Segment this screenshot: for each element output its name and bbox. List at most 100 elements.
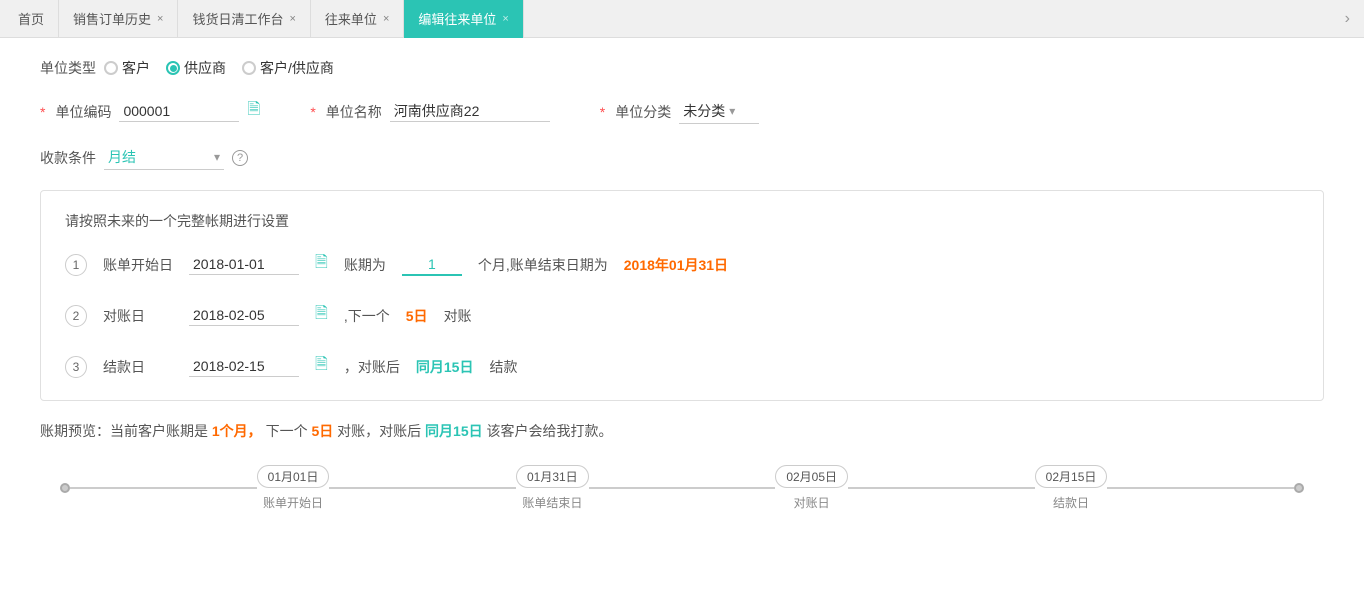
timeline-point-2: 01月31日 账单结束日 <box>516 465 589 511</box>
step1-period-input[interactable] <box>402 254 462 276</box>
step2-date-input[interactable] <box>189 305 299 326</box>
step2-row: 2 对账日 🗎 ,下一个 5日 对账 <box>65 302 1299 329</box>
unit-category-arrow: ▾ <box>729 104 735 118</box>
step1-label: 账单开始日 <box>103 255 173 275</box>
timeline-line-1 <box>70 487 257 489</box>
step3-desc-after: 结款 <box>489 357 517 377</box>
timeline-label-2: 账单结束日 <box>522 494 582 511</box>
step1-date-input[interactable] <box>189 254 299 275</box>
main-content: 单位类型 客户 供应商 客户/供应商 * 单位编码 <box>0 38 1364 608</box>
timeline-badge-4: 02月15日 <box>1035 465 1108 488</box>
tab-more-arrow[interactable]: › <box>1335 10 1360 28</box>
timeline-label-1: 账单开始日 <box>263 494 323 511</box>
payment-value: 月结 <box>108 147 210 167</box>
radio-supplier[interactable]: 供应商 <box>166 58 226 78</box>
step1-num: 1 <box>65 254 87 276</box>
tab-counterparty-label: 往来单位 <box>325 9 377 28</box>
timeline-label-4: 结款日 <box>1053 494 1089 511</box>
preview-mid: 下一个 <box>266 423 308 439</box>
tab-edit-counterparty-close[interactable]: × <box>502 13 508 25</box>
step3-date-input[interactable] <box>189 356 299 377</box>
step1-period-label: 账期为 <box>344 255 386 275</box>
timeline-start-dot <box>60 483 70 493</box>
radio-customer-circle <box>104 61 118 75</box>
timeline-point-1: 01月01日 账单开始日 <box>257 465 330 511</box>
unit-name-label: 单位名称 <box>326 102 382 122</box>
preview-suffix: 该客户会给我打款。 <box>487 423 613 439</box>
unit-category-star: * <box>600 104 605 120</box>
timeline-badge-2: 01月31日 <box>516 465 589 488</box>
tab-cash-ledger[interactable]: 钱货日清工作台 × <box>178 0 310 38</box>
preview-payment: 同月15日 <box>425 423 483 439</box>
timeline-badge-3: 02月05日 <box>775 465 848 488</box>
unit-category-value: 未分类 <box>683 101 725 121</box>
step2-highlight: 5日 <box>406 306 428 326</box>
unit-code-input[interactable] <box>119 101 239 122</box>
unit-code-field: * 单位编码 🗎 <box>40 98 260 125</box>
unit-category-field: * 单位分类 未分类 ▾ <box>600 99 759 124</box>
unit-category-label: 单位分类 <box>615 102 671 122</box>
tab-sales-history-label: 销售订单历史 <box>73 9 151 28</box>
timeline-point-3: 02月05日 对账日 <box>775 465 848 511</box>
timeline-end-dot <box>1294 483 1304 493</box>
timeline-line-5 <box>1107 487 1294 489</box>
timeline-line-4 <box>848 487 1035 489</box>
tab-home-label: 首页 <box>18 9 44 28</box>
unit-name-star: * <box>310 104 315 120</box>
tab-bar: 首页 销售订单历史 × 钱货日清工作台 × 往来单位 × 编辑往来单位 × › <box>0 0 1364 38</box>
tab-edit-counterparty[interactable]: 编辑往来单位 × <box>404 0 523 38</box>
preview-reconcile: 5日 <box>311 423 333 439</box>
radio-both-label: 客户/供应商 <box>260 58 334 78</box>
step3-cal-icon[interactable]: 🗎 <box>315 353 328 380</box>
unit-type-row: 单位类型 客户 供应商 客户/供应商 <box>40 58 1324 78</box>
unit-code-label: 单位编码 <box>55 102 111 122</box>
step2-desc-after: 对账 <box>444 306 472 326</box>
payment-help-icon[interactable]: ? <box>232 150 248 166</box>
payment-select[interactable]: 月结 ▾ <box>104 145 224 170</box>
timeline-line-2 <box>329 487 516 489</box>
step3-row: 3 结款日 🗎 ，对账后 同月15日 结款 <box>65 353 1299 380</box>
step2-label: 对账日 <box>103 306 173 326</box>
tab-home[interactable]: 首页 <box>4 0 59 38</box>
unit-category-select[interactable]: 未分类 ▾ <box>679 99 759 124</box>
timeline-label-3: 对账日 <box>794 494 830 511</box>
step3-highlight: 同月15日 <box>416 357 474 377</box>
step1-cal-icon[interactable]: 🗎 <box>315 251 328 278</box>
preview-period: 1个月， <box>212 423 262 439</box>
step2-num: 2 <box>65 305 87 327</box>
unit-name-field: * 单位名称 <box>310 101 549 122</box>
unit-code-icon[interactable]: 🗎 <box>247 98 260 125</box>
preview-prefix: 账期预览：当前客户账期是 <box>40 423 208 439</box>
timeline-point-4: 02月15日 结款日 <box>1035 465 1108 511</box>
payment-arrow: ▾ <box>214 150 220 164</box>
period-section: 请按照未来的一个完整帐期进行设置 1 账单开始日 🗎 账期为 个月,账单结束日期… <box>40 190 1324 401</box>
tab-sales-history[interactable]: 销售订单历史 × <box>59 0 178 38</box>
unit-type-field: 单位类型 客户 供应商 客户/供应商 <box>40 58 334 78</box>
radio-both-circle <box>242 61 256 75</box>
tab-counterparty[interactable]: 往来单位 × <box>311 0 404 38</box>
tab-cash-ledger-label: 钱货日清工作台 <box>192 9 283 28</box>
tab-counterparty-close[interactable]: × <box>383 13 389 25</box>
unit-name-input[interactable] <box>390 101 550 122</box>
unit-type-label: 单位类型 <box>40 58 96 78</box>
payment-row: 收款条件 月结 ▾ ? <box>40 145 1324 170</box>
step1-end-date: 2018年01月31日 <box>624 255 728 275</box>
step1-period-unit: 个月,账单结束日期为 <box>478 255 608 275</box>
unit-code-star: * <box>40 104 45 120</box>
step2-desc-before: ,下一个 <box>344 306 390 326</box>
unit-type-radio-group: 客户 供应商 客户/供应商 <box>104 58 334 78</box>
tab-sales-history-close[interactable]: × <box>157 13 163 25</box>
preview-mid2: 对账，对账后 <box>337 423 421 439</box>
step3-desc-before: ，对账后 <box>344 357 400 377</box>
timeline-badge-1: 01月01日 <box>257 465 330 488</box>
radio-customer[interactable]: 客户 <box>104 58 150 78</box>
step2-cal-icon[interactable]: 🗎 <box>315 302 328 329</box>
unit-info-row: * 单位编码 🗎 * 单位名称 * 单位分类 未分类 ▾ <box>40 98 1324 125</box>
preview-text: 账期预览：当前客户账期是 1个月， 下一个 5日 对账，对账后 同月15日 该客… <box>40 421 1324 441</box>
payment-field: 收款条件 月结 ▾ ? <box>40 145 248 170</box>
radio-both[interactable]: 客户/供应商 <box>242 58 334 78</box>
tab-edit-counterparty-label: 编辑往来单位 <box>418 9 496 28</box>
timeline-line-3 <box>589 487 776 489</box>
radio-supplier-circle <box>166 61 180 75</box>
tab-cash-ledger-close[interactable]: × <box>289 13 295 25</box>
